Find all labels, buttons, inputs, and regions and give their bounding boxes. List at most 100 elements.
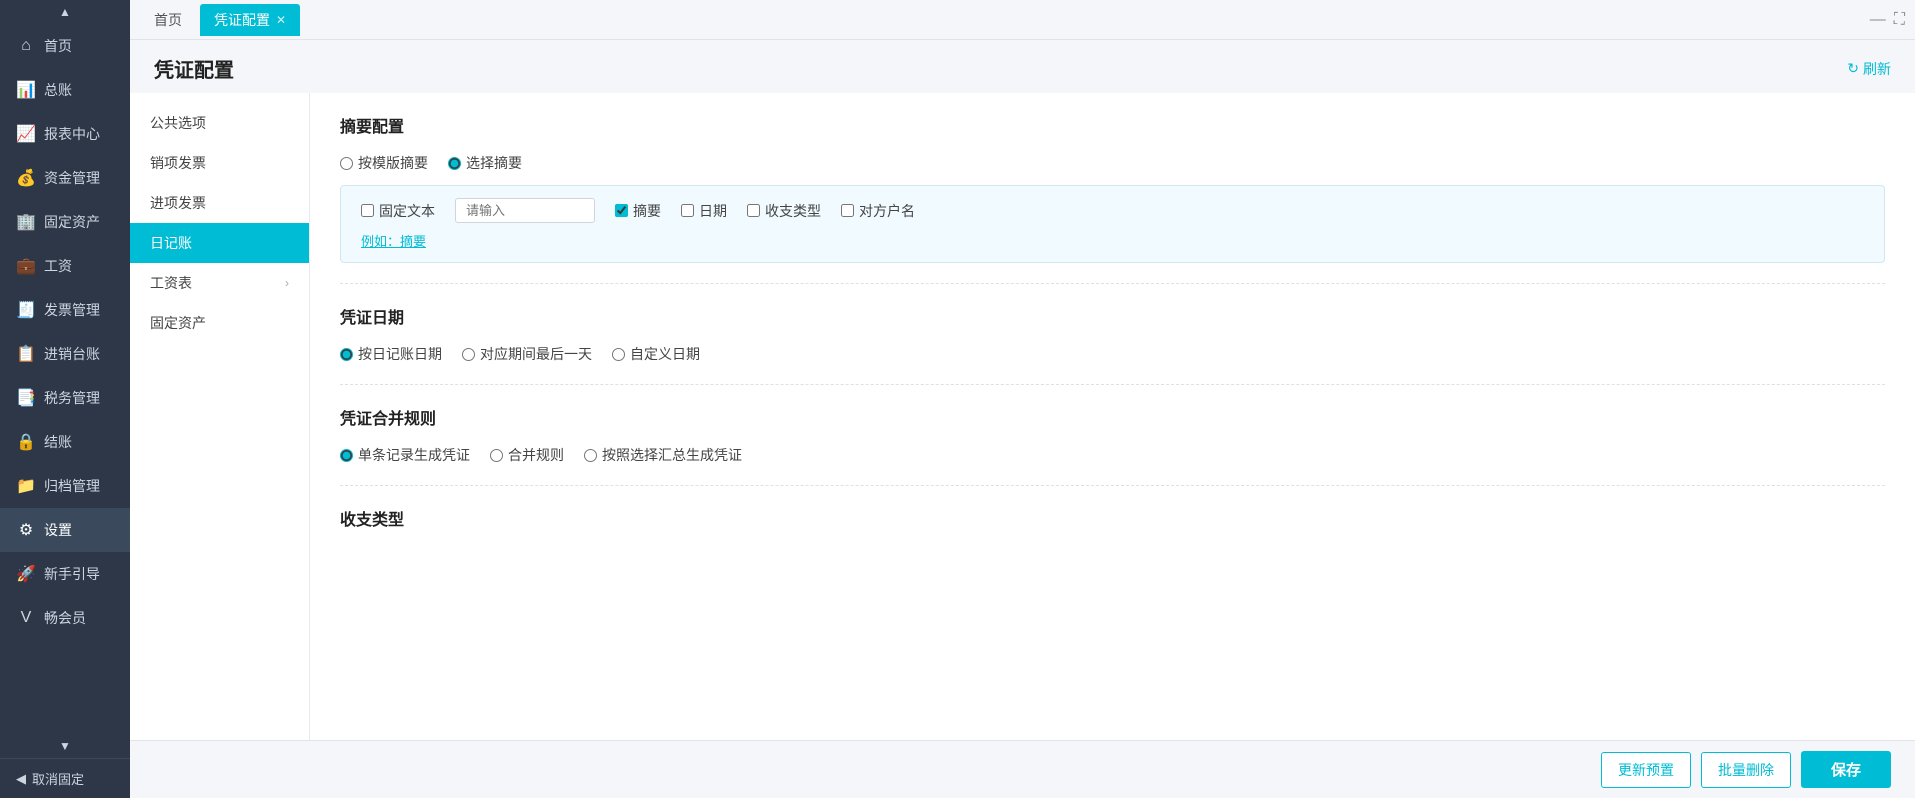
sidebar-scroll-down[interactable]: ▼ [0, 734, 130, 758]
single-record-label[interactable]: 单条记录生成凭证 [340, 445, 470, 465]
voucher-merge-option-row: 单条记录生成凭证 合并规则 按照选择汇总生成凭证 [340, 445, 1885, 465]
custom-date-label[interactable]: 自定义日期 [612, 344, 700, 364]
summary-template-radio[interactable] [340, 157, 353, 170]
sidebar-item-archive[interactable]: 📁归档管理 [0, 464, 130, 508]
type-checkbox[interactable] [747, 204, 760, 217]
sidebar-item-guide[interactable]: 🚀新手引导 [0, 552, 130, 596]
example-text: 例如：摘要 [361, 231, 1864, 250]
voucher-config-tab-label: 凭证配置 [214, 10, 270, 30]
sidebar-item-vip[interactable]: V畅会员 [0, 596, 130, 640]
home-tab-label: 首页 [154, 10, 182, 30]
sidebar-item-tax[interactable]: 📑 税务管理 [0, 376, 130, 420]
sidebar-unpin-button[interactable]: ◀ 取消固定 [0, 758, 130, 798]
funds-icon: 💰 [16, 168, 36, 188]
left-nav-item-salary[interactable]: 工资表› [130, 263, 309, 303]
tab-action-minimize[interactable]: — [1870, 11, 1886, 29]
summary-checkbox[interactable] [615, 204, 628, 217]
sidebar-item-label: 总账 [44, 80, 72, 100]
sidebar-item-close[interactable]: 🔒结账 [0, 420, 130, 464]
summary-template-label[interactable]: 按模版摘要 [340, 153, 428, 173]
income-expense-title: 收支类型 [340, 506, 1885, 530]
left-nav-item-purchase[interactable]: 进项发票 [130, 183, 309, 223]
left-nav-item-sales[interactable]: 销项发票 [130, 143, 309, 183]
merge-rule-label[interactable]: 合并规则 [490, 445, 564, 465]
date-checkbox-label[interactable]: 日期 [681, 201, 727, 221]
content-area: 凭证配置 ↻ 刷新 公共选项销项发票进项发票日记账工资表›固定资产 摘要配置 [130, 40, 1915, 798]
select-merge-label[interactable]: 按照选择汇总生成凭证 [584, 445, 742, 465]
tab-bar: 首页 凭证配置 ✕ — ⛶ [130, 0, 1915, 40]
sidebar-item-label: 设置 [44, 520, 72, 540]
tab-action-maximize[interactable]: ⛶ [1894, 11, 1905, 29]
counterpart-checkbox-label[interactable]: 对方户名 [841, 201, 915, 221]
sidebar-item-label: 首页 [44, 36, 72, 56]
period-last-label[interactable]: 对应期间最后一天 [462, 344, 592, 364]
reports-icon: 📈 [16, 124, 36, 144]
update-preset-button[interactable]: 更新预置 [1601, 752, 1691, 788]
sidebar-item-payroll[interactable]: 💼工资 [0, 244, 130, 288]
page-title: 凭证配置 [154, 54, 234, 83]
sidebar-item-purchase[interactable]: 📋进销台账 [0, 332, 130, 376]
left-nav: 公共选项销项发票进项发票日记账工资表› 固定资产 [130, 93, 310, 740]
save-button[interactable]: 保存 [1801, 751, 1891, 788]
purchase-icon: 📋 [16, 344, 36, 364]
sidebar-item-label: 税务管理 [44, 388, 100, 408]
vip-icon: V [16, 609, 36, 627]
divider-2 [340, 384, 1885, 385]
sidebar-item-home[interactable]: ⌂ 首页 [0, 24, 130, 68]
journal-date-label[interactable]: 按日记账日期 [340, 344, 442, 364]
counterpart-checkbox[interactable] [841, 204, 854, 217]
refresh-icon: ↻ [1847, 60, 1859, 77]
voucher-date-option-row: 按日记账日期 对应期间最后一天 自定义日期 [340, 344, 1885, 364]
sidebar-item-funds[interactable]: 💰资金管理 [0, 156, 130, 200]
refresh-button[interactable]: ↻ 刷新 [1847, 59, 1891, 79]
home-icon: ⌂ [16, 37, 36, 55]
divider-1 [340, 283, 1885, 284]
unpin-icon: ◀ [16, 771, 26, 787]
summary-config-section: 摘要配置 按模版摘要 选择摘要 [340, 113, 1885, 263]
close-icon: 🔒 [16, 432, 36, 452]
fixed-text-input[interactable] [455, 198, 595, 223]
sidebar-item-invoices[interactable]: 🧾发票管理 [0, 288, 130, 332]
sidebar-item-label: 工资 [44, 256, 72, 276]
left-nav-label: 固定资产 [150, 313, 206, 333]
fixed-text-checkbox[interactable] [361, 204, 374, 217]
sidebar-item-assets[interactable]: 🏢固定资产 [0, 200, 130, 244]
left-nav-label: 销项发票 [150, 153, 206, 173]
tax-icon: 📑 [16, 388, 36, 408]
summary-select-radio[interactable] [448, 157, 461, 170]
merge-rule-radio[interactable] [490, 449, 503, 462]
left-nav-item-public[interactable]: 公共选项 [130, 103, 309, 143]
sidebar-scroll-up[interactable]: ▲ [0, 0, 130, 24]
voucher-merge-section: 凭证合并规则 单条记录生成凭证 合并规则 按照选择汇总生成凭证 [340, 405, 1885, 465]
journal-date-radio[interactable] [340, 348, 353, 361]
custom-date-radio[interactable] [612, 348, 625, 361]
page-header: 凭证配置 ↻ 刷新 [130, 40, 1915, 93]
bottom-bar: 更新预置 批量删除 保存 [130, 740, 1915, 798]
type-checkbox-label[interactable]: 收支类型 [747, 201, 821, 221]
period-last-radio[interactable] [462, 348, 475, 361]
summary-checkbox-label[interactable]: 摘要 [615, 201, 661, 221]
main-area: 首页 凭证配置 ✕ — ⛶ 凭证配置 ↻ 刷新 公共选项销项发票进项发票日记账工… [130, 0, 1915, 798]
left-nav-item-fixed[interactable]: 固定资产 [130, 303, 309, 343]
tab-close-icon[interactable]: ✕ [276, 13, 286, 27]
sidebar-item-ledger[interactable]: 📊总账 [0, 68, 130, 112]
archive-icon: 📁 [16, 476, 36, 496]
left-nav-item-journal[interactable]: 日记账 [130, 223, 309, 263]
select-merge-radio[interactable] [584, 449, 597, 462]
fixed-text-checkbox-label[interactable]: 固定文本 [361, 201, 435, 221]
sidebar-item-reports[interactable]: 📈 报表中心 [0, 112, 130, 156]
batch-delete-button[interactable]: 批量删除 [1701, 752, 1791, 788]
tab-home[interactable]: 首页 [140, 4, 196, 36]
summary-checkbox-row: 固定文本 摘要 日期 [361, 198, 1864, 223]
guide-icon: 🚀 [16, 564, 36, 584]
summary-option-row: 按模版摘要 选择摘要 [340, 153, 1885, 173]
sidebar-item-label: 报表中心 [44, 124, 100, 144]
left-nav-label: 进项发票 [150, 193, 206, 213]
single-record-radio[interactable] [340, 449, 353, 462]
sidebar-item-settings[interactable]: ⚙设置 [0, 508, 130, 552]
date-checkbox[interactable] [681, 204, 694, 217]
left-nav-label: 工资表 [150, 273, 192, 293]
left-nav-label: 公共选项 [150, 113, 206, 133]
summary-select-label[interactable]: 选择摘要 [448, 153, 522, 173]
tab-voucher-config[interactable]: 凭证配置 ✕ [200, 4, 300, 36]
